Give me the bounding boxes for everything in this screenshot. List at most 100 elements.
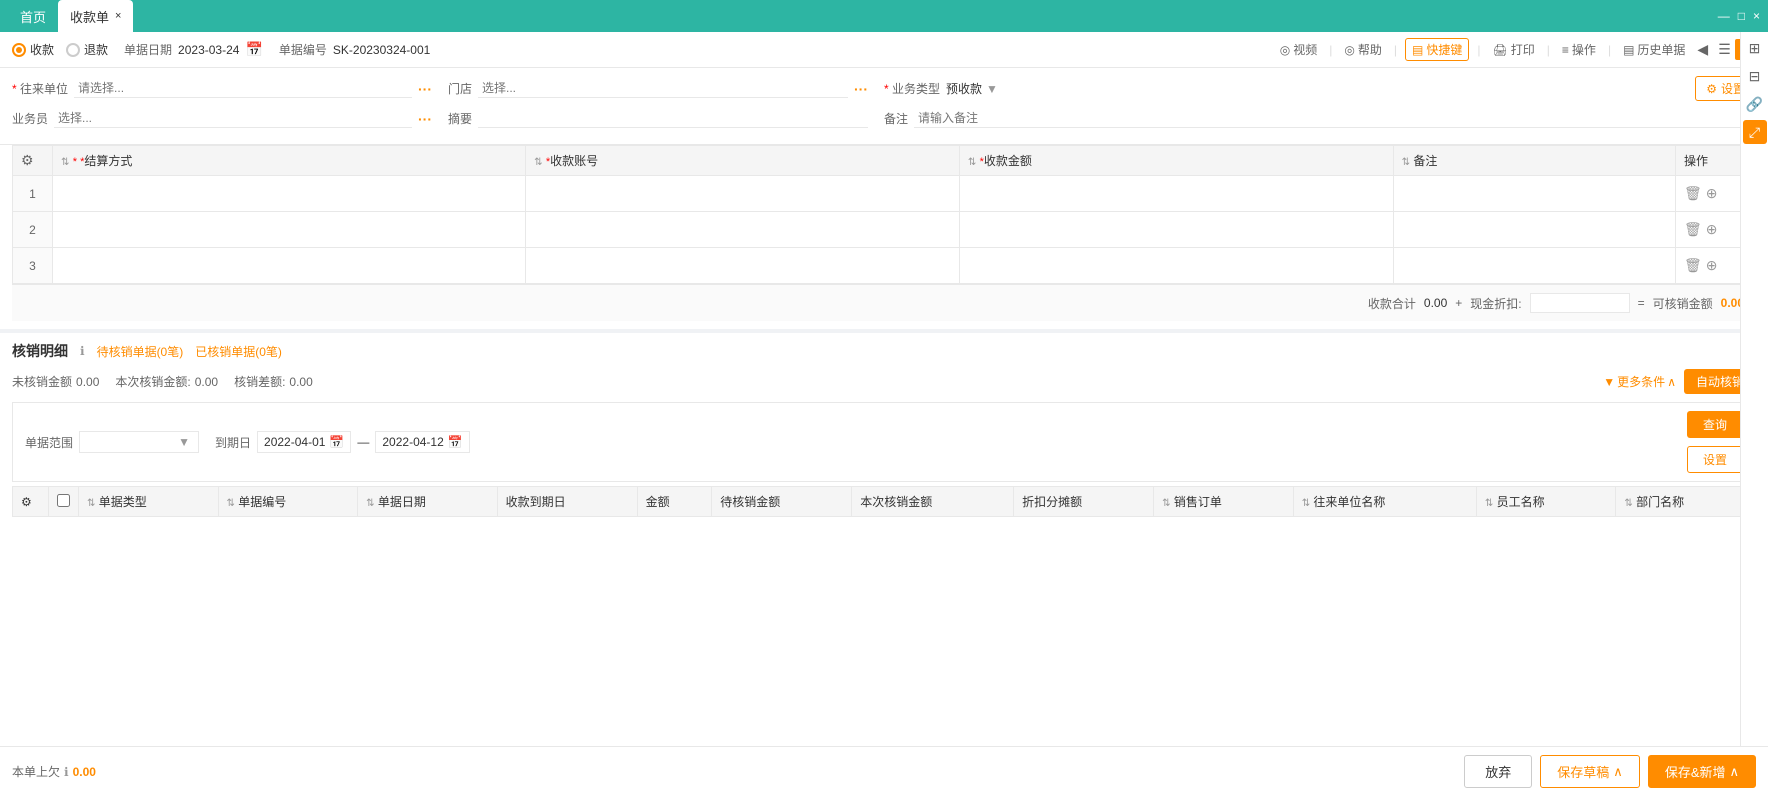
cell-amount-1[interactable]	[959, 176, 1393, 212]
save-new-btn[interactable]: 保存&新增 ∧	[1648, 755, 1756, 788]
date-start-value: 2022-04-01	[264, 435, 325, 449]
th-operation-label: 操作	[1684, 154, 1708, 168]
hx-select-all-checkbox[interactable]	[57, 494, 70, 507]
op-icon: ≡	[1562, 43, 1569, 57]
divider-4: |	[1547, 43, 1550, 57]
hx-th-gear-icon[interactable]: ⚙	[21, 495, 32, 509]
sort-icon-remark[interactable]: ⇅	[1402, 157, 1410, 168]
sidebar-expand-icon[interactable]: ⤢	[1743, 120, 1767, 144]
history-btn[interactable]: ▤ 历史单据	[1619, 39, 1689, 60]
hx-done-tab[interactable]: 已核销单据(0笔)	[195, 343, 282, 360]
sort-icon-account[interactable]: ⇅	[534, 157, 542, 168]
current-hx-label: 本次核销金额:	[115, 373, 190, 390]
partner-input[interactable]	[74, 79, 412, 98]
copy-btn-1[interactable]: ⊕	[1706, 185, 1718, 202]
sidebar-attach-icon[interactable]: 🔗	[1743, 92, 1767, 116]
cell-account-1[interactable]	[526, 176, 960, 212]
scope-select[interactable]: ▼	[79, 431, 199, 453]
sort-icon-settlement[interactable]: ⇅	[61, 157, 69, 168]
copy-btn-2[interactable]: ⊕	[1706, 221, 1718, 238]
radio-receipt[interactable]: 收款	[12, 41, 54, 58]
date-start-calendar-icon[interactable]: 📅	[329, 435, 344, 449]
date-end-calendar-icon[interactable]: 📅	[448, 435, 463, 449]
hx-diff: 核销差额: 0.00	[234, 373, 313, 390]
window-minimize[interactable]: —	[1718, 9, 1730, 23]
cell-remark-2[interactable]	[1393, 212, 1675, 248]
date-start-input[interactable]: 2022-04-01 📅	[257, 431, 351, 453]
store-field: 门店 ···	[448, 79, 868, 98]
view-list-icon[interactable]: ☰	[1716, 39, 1733, 60]
cell-remark-3[interactable]	[1393, 248, 1675, 284]
date-range-label: 到期日	[215, 434, 251, 451]
sort-partner-icon[interactable]: ⇅	[1302, 498, 1310, 509]
query-btn[interactable]: 查询	[1687, 411, 1743, 438]
date-calendar-icon[interactable]: 📅	[245, 41, 262, 58]
date-field: 单据日期 2023-03-24 📅	[124, 41, 263, 58]
video-btn[interactable]: ◎ 视频	[1276, 39, 1322, 60]
toolbar-right-controls: ◎ 视频 | ◎ 帮助 | ▤ 快捷键 | 🖨 打印 | ≡ 操作	[1276, 38, 1756, 61]
row-num-2: 2	[13, 212, 53, 248]
tab-home[interactable]: 首页	[8, 0, 58, 32]
print-btn[interactable]: 🖨 打印	[1489, 39, 1539, 60]
hx-unchecked: 未核销金额 0.00	[12, 373, 99, 390]
hx-pending-tab[interactable]: 待核销单据(0笔)	[97, 343, 184, 360]
cell-settlement-2[interactable]	[53, 212, 526, 248]
date-value: 2023-03-24	[178, 43, 239, 57]
sidebar-print-icon[interactable]: ⊟	[1743, 64, 1767, 88]
footer-info-icon[interactable]: ℹ	[64, 765, 69, 779]
table-gear-icon[interactable]: ⚙	[21, 152, 34, 168]
shortcut-btn[interactable]: ▤ 快捷键	[1405, 38, 1469, 61]
hx-th-duedate: 收款到期日	[497, 487, 637, 517]
nav-prev[interactable]: ◀	[1697, 41, 1708, 58]
more-conditions-btn[interactable]: ▼ 更多条件 ∧	[1603, 373, 1676, 390]
sort-dept-icon[interactable]: ⇅	[1624, 498, 1632, 509]
hx-settings-btn[interactable]: 设置	[1687, 446, 1743, 473]
sidebar-table-icon[interactable]: ⊞	[1743, 36, 1767, 60]
sort-icon-amount[interactable]: ⇅	[968, 157, 976, 168]
business-type-select[interactable]: 预收款 ▼	[946, 80, 1679, 97]
help-btn[interactable]: ◎ 帮助	[1340, 39, 1386, 60]
discount-input[interactable]	[1530, 293, 1630, 313]
sort-doctype-icon[interactable]: ⇅	[87, 498, 95, 509]
store-more-btn[interactable]: ···	[854, 81, 868, 97]
window-close[interactable]: ×	[1753, 9, 1760, 23]
cell-remark-1[interactable]	[1393, 176, 1675, 212]
delete-btn-3[interactable]: 🗑	[1684, 257, 1702, 274]
save-draft-arrow-icon: ∧	[1613, 764, 1623, 780]
cell-amount-3[interactable]	[959, 248, 1393, 284]
operation-btn[interactable]: ≡ 操作	[1558, 39, 1600, 60]
tab-bar: 首页 收款单 × — □ ×	[0, 0, 1768, 32]
copy-btn-3[interactable]: ⊕	[1706, 257, 1718, 274]
tab-receipts[interactable]: 收款单 ×	[58, 0, 133, 32]
store-input[interactable]	[478, 79, 848, 98]
top-toolbar: 收款 退款 单据日期 2023-03-24 📅 单据编号 SK-20230324…	[0, 32, 1768, 68]
cell-account-3[interactable]	[526, 248, 960, 284]
cell-settlement-1[interactable]	[53, 176, 526, 212]
sort-docno-icon[interactable]: ⇅	[227, 498, 235, 509]
save-draft-btn[interactable]: 保存草稿 ∧	[1540, 755, 1640, 788]
action-btns-3: 🗑 ⊕	[1684, 257, 1747, 274]
cell-settlement-3[interactable]	[53, 248, 526, 284]
operation-label: 操作	[1572, 41, 1596, 58]
hx-info-icon[interactable]: ℹ	[80, 344, 85, 358]
hx-th-current-hx: 本次核销金额	[852, 487, 1014, 517]
date-end-input[interactable]: 2022-04-12 📅	[375, 431, 469, 453]
salesman-input[interactable]	[54, 109, 412, 128]
sort-employee-icon[interactable]: ⇅	[1485, 498, 1493, 509]
remark-input[interactable]	[914, 109, 1756, 128]
abandon-btn[interactable]: 放弃	[1464, 755, 1532, 788]
sort-sales-order-icon[interactable]: ⇅	[1162, 498, 1170, 509]
salesman-more-btn[interactable]: ···	[418, 111, 432, 127]
sort-docdate-icon[interactable]: ⇅	[366, 498, 374, 509]
scope-field: 单据范围 ▼	[25, 431, 199, 453]
delete-btn-2[interactable]: 🗑	[1684, 221, 1702, 238]
window-restore[interactable]: □	[1738, 9, 1745, 23]
radio-refund[interactable]: 退款	[66, 41, 108, 58]
save-new-arrow-icon: ∧	[1729, 764, 1739, 780]
cell-amount-2[interactable]	[959, 212, 1393, 248]
summary-input[interactable]	[478, 109, 868, 128]
cell-account-2[interactable]	[526, 212, 960, 248]
partner-more-btn[interactable]: ···	[418, 81, 432, 97]
delete-btn-1[interactable]: 🗑	[1684, 185, 1702, 202]
tab-close-icon[interactable]: ×	[115, 10, 121, 22]
